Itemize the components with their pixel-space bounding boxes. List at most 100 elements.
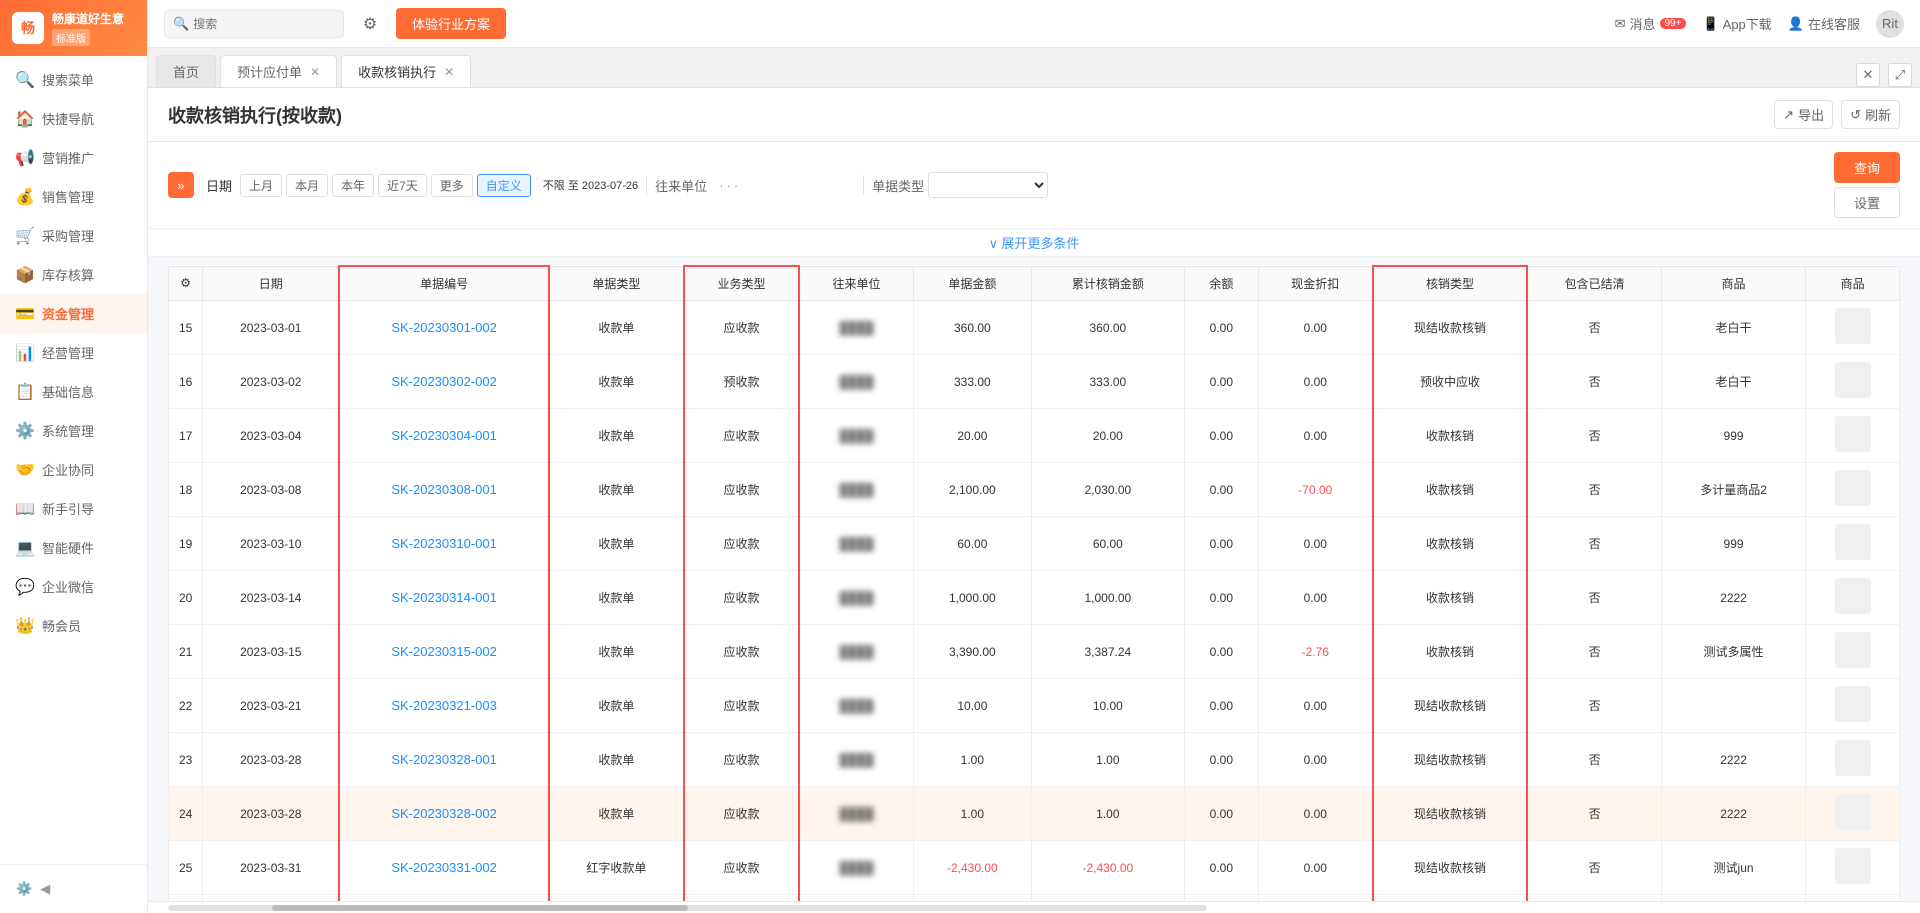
col-settings-header[interactable]: ⚙ — [169, 266, 203, 301]
row-amount: -2,430.00 — [913, 841, 1031, 895]
tab-collection-close[interactable]: ✕ — [444, 65, 454, 79]
row-hxamount: 60.00 — [1031, 517, 1184, 571]
date-btn-custom[interactable]: 自定义 — [477, 174, 531, 197]
row-hxamount: 1,000.00 — [1031, 571, 1184, 625]
service-icon: 👤 — [1788, 16, 1804, 32]
sidebar-item-operations[interactable]: 📊 经营管理 — [0, 333, 147, 372]
doc-no-link[interactable]: SK-20230302-002 — [391, 374, 497, 389]
tab-expand-btn[interactable]: ⤢ — [1888, 63, 1912, 87]
tab-close-all-btn[interactable]: ✕ — [1856, 63, 1880, 87]
sidebar-settings-btn[interactable]: ⚙️ ◀ — [0, 873, 147, 905]
row-settled: 否 — [1527, 463, 1661, 517]
sidebar-item-sales[interactable]: 💰 销售管理 — [0, 177, 147, 216]
date-btn-7days[interactable]: 近7天 — [378, 174, 427, 197]
sidebar-item-purchase[interactable]: 🛒 采购管理 — [0, 216, 147, 255]
col-amount-header: 单据金额 — [913, 266, 1031, 301]
user-avatar[interactable]: Rit — [1876, 10, 1904, 38]
row-settled: 否 — [1527, 625, 1661, 679]
filter-settings-btn[interactable]: 设置 — [1834, 187, 1900, 218]
tab-home[interactable]: 首页 — [156, 55, 216, 87]
sidebar-item-member[interactable]: 👑 畅会员 — [0, 606, 147, 645]
date-btn-this-month[interactable]: 本月 — [286, 174, 328, 197]
doc-no-link[interactable]: SK-20230301-002 — [391, 320, 497, 335]
page-header: 收款核销执行(按收款) ↗ 导出 ↺ 刷新 — [148, 88, 1920, 142]
settings-gear-icon: ⚙️ — [16, 881, 32, 897]
doc-no-link[interactable]: SK-20230328-001 — [391, 752, 497, 767]
row-hxtype: 收款核销 — [1373, 517, 1528, 571]
filter-toggle-btn[interactable]: » — [168, 172, 194, 198]
refresh-btn[interactable]: ↺ 刷新 — [1841, 100, 1900, 129]
scrollbar-thumb[interactable] — [272, 905, 688, 911]
messages-btn[interactable]: ✉ 消息 99+ — [1615, 14, 1687, 33]
sidebar-item-search[interactable]: 🔍 搜索菜单 — [0, 60, 147, 99]
date-btn-more[interactable]: 更多 — [431, 174, 473, 197]
topbar-search-box[interactable]: 🔍 — [164, 10, 344, 38]
sidebar-item-wechat[interactable]: 💬 企业微信 — [0, 567, 147, 606]
date-btn-last-month[interactable]: 上月 — [240, 174, 282, 197]
row-doctype: 收款单 — [549, 733, 684, 787]
row-biztype: 应收款 — [684, 841, 799, 895]
partner-input-dots: ··· — [719, 178, 741, 193]
search-input[interactable] — [193, 17, 335, 31]
date-btn-this-year[interactable]: 本年 — [332, 174, 374, 197]
tab-prepay[interactable]: 预计应付单 ✕ — [220, 55, 337, 87]
finance-icon: 💳 — [16, 305, 34, 323]
sidebar-item-system[interactable]: ⚙️ 系统管理 — [0, 411, 147, 450]
row-discount: 0.00 — [1258, 679, 1372, 733]
online-service-btn[interactable]: 👤 在线客服 — [1788, 14, 1860, 33]
row-biztype: 应收款 — [684, 409, 799, 463]
tab-collection[interactable]: 收款核销执行 ✕ — [341, 55, 471, 87]
row-settled: 否 — [1527, 733, 1661, 787]
app-download-btn[interactable]: 📱 App下载 — [1702, 14, 1771, 33]
row-hxtype: 现结收款核销 — [1373, 787, 1528, 841]
row-balance: 0.00 — [1184, 517, 1258, 571]
doc-no-link[interactable]: SK-20230328-002 — [391, 806, 497, 821]
doc-no-link[interactable]: SK-20230331-002 — [391, 860, 497, 875]
sidebar-collapse-btn[interactable]: ◀ — [40, 881, 50, 897]
row-amount: 1,000.00 — [913, 571, 1031, 625]
sidebar-item-inventory[interactable]: 📦 库存核算 — [0, 255, 147, 294]
topbar: 🔍 ⚙ 体验行业方案 ✉ 消息 99+ 📱 App下载 👤 在线客服 Rit — [148, 0, 1920, 48]
phone-icon: 📱 — [1702, 16, 1718, 32]
member-icon: 👑 — [16, 617, 34, 635]
row-date: 2023-03-28 — [203, 787, 339, 841]
row-hxtype: 收款核销 — [1373, 463, 1528, 517]
row-goods: 2222 — [1661, 733, 1805, 787]
row-goods2 — [1806, 463, 1900, 517]
doc-no-link[interactable]: SK-20230315-002 — [391, 644, 497, 659]
export-btn[interactable]: ↗ 导出 — [1774, 100, 1833, 129]
col-discount-header: 现金折扣 — [1258, 266, 1372, 301]
row-balance: 0.00 — [1184, 841, 1258, 895]
sidebar-item-guide[interactable]: 📖 新手引导 — [0, 489, 147, 528]
row-goods2 — [1806, 733, 1900, 787]
expand-more-bar[interactable]: ∨ 展开更多条件 — [148, 229, 1920, 257]
sidebar-item-quick-nav[interactable]: 🏠 快捷导航 — [0, 99, 147, 138]
doc-no-link[interactable]: SK-20230314-001 — [391, 590, 497, 605]
doc-no-link[interactable]: SK-20230308-001 — [391, 482, 497, 497]
row-partner: ████ — [799, 841, 913, 895]
tab-prepay-close[interactable]: ✕ — [310, 65, 320, 79]
sidebar-menu: 🔍 搜索菜单 🏠 快捷导航 📢 营销推广 💰 销售管理 🛒 采购管理 📦 库存核… — [0, 56, 147, 864]
messages-badge: 99+ — [1660, 18, 1687, 29]
voucher-type-select[interactable] — [928, 172, 1048, 198]
doc-no-link[interactable]: SK-20230321-003 — [391, 698, 497, 713]
sidebar-item-corp[interactable]: 🤝 企业协同 — [0, 450, 147, 489]
topbar-gear-btn[interactable]: ⚙ — [356, 10, 384, 38]
sidebar-item-finance[interactable]: 💳 资金管理 — [0, 294, 147, 333]
doc-no-link[interactable]: SK-20230310-001 — [391, 536, 497, 551]
row-no: 20 — [169, 571, 203, 625]
sidebar-item-marketing[interactable]: 📢 营销推广 — [0, 138, 147, 177]
query-btn[interactable]: 查询 — [1834, 152, 1900, 183]
filter-divider-1 — [646, 175, 647, 195]
sidebar-item-hardware[interactable]: 💻 智能硬件 — [0, 528, 147, 567]
sidebar-item-basics[interactable]: 📋 基础信息 — [0, 372, 147, 411]
doc-no-link[interactable]: SK-20230304-001 — [391, 428, 497, 443]
partner-filter-label: 往来单位 — [655, 176, 707, 195]
export-icon: ↗ — [1783, 107, 1794, 123]
row-partner: ████ — [799, 787, 913, 841]
row-hxamount: 333.00 — [1031, 355, 1184, 409]
row-settled: 否 — [1527, 787, 1661, 841]
solution-btn[interactable]: 体验行业方案 — [396, 8, 506, 39]
table-scrollbar-area[interactable] — [148, 901, 1920, 913]
horizontal-scrollbar[interactable] — [168, 905, 1207, 911]
